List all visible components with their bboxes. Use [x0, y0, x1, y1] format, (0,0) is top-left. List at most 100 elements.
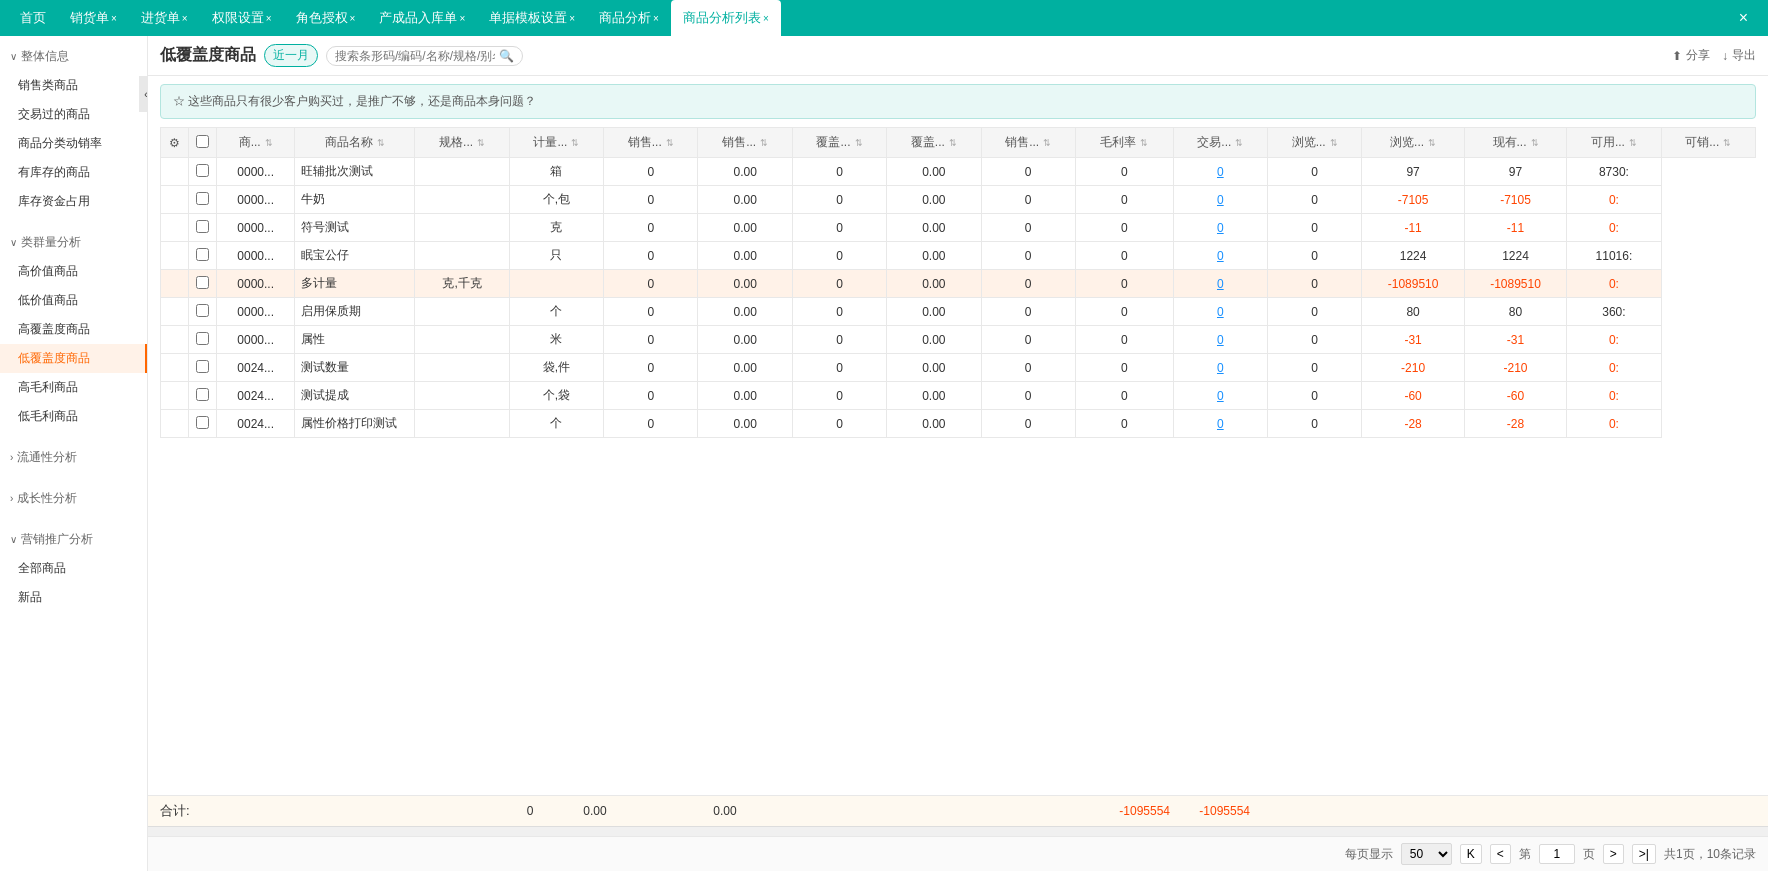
select-all-checkbox[interactable] — [196, 135, 209, 148]
sidebar-item-new-goods[interactable]: 新品 — [0, 583, 147, 612]
row-check[interactable] — [189, 158, 217, 186]
sort-icon-s5[interactable]: ⇅ — [1043, 138, 1051, 148]
sidebar-item-traded-goods[interactable]: 交易过的商品 — [0, 100, 147, 129]
row-checkbox[interactable] — [196, 360, 209, 373]
sidebar-collapse-button[interactable]: « — [139, 76, 148, 112]
last-page-button[interactable]: >| — [1632, 844, 1656, 864]
sidebar-item-high-margin[interactable]: 高毛利商品 — [0, 373, 147, 402]
nav-sales-order[interactable]: 销货单 × — [58, 0, 129, 36]
sidebar-item-category-rate[interactable]: 商品分类动销率 — [0, 129, 147, 158]
nav-close-sales[interactable]: × — [111, 13, 117, 24]
sort-icon-trade[interactable]: ⇅ — [1235, 138, 1243, 148]
nav-close-analysis[interactable]: × — [653, 13, 659, 24]
search-icon[interactable]: 🔍 — [499, 49, 514, 63]
row-checkbox[interactable] — [196, 220, 209, 233]
horizontal-scrollbar[interactable] — [148, 826, 1768, 836]
sort-icon-spec[interactable]: ⇅ — [477, 138, 485, 148]
nav-close-role[interactable]: × — [350, 13, 356, 24]
col-header-s1[interactable]: 销售...⇅ — [604, 128, 698, 158]
sort-icon-name[interactable]: ⇅ — [377, 138, 385, 148]
prev-page-button[interactable]: < — [1490, 844, 1511, 864]
sort-icon-current[interactable]: ⇅ — [1531, 138, 1539, 148]
sidebar-section-title-overall[interactable]: ∨ 整体信息 — [0, 42, 147, 71]
row-s7[interactable]: 0 — [1173, 298, 1267, 326]
sidebar-section-title-growth[interactable]: › 成长性分析 — [0, 484, 147, 513]
col-header-coverage1[interactable]: 覆盖...⇅ — [792, 128, 886, 158]
nav-close-permissions[interactable]: × — [266, 13, 272, 24]
export-button[interactable]: ↓ 导出 — [1722, 47, 1756, 64]
row-checkbox[interactable] — [196, 416, 209, 429]
nav-close-template[interactable]: × — [569, 13, 575, 24]
sidebar-item-all-goods[interactable]: 全部商品 — [0, 554, 147, 583]
sidebar-item-low-margin[interactable]: 低毛利商品 — [0, 402, 147, 431]
nav-purchase-order[interactable]: 进货单 × — [129, 0, 200, 36]
sort-icon-sellable[interactable]: ⇅ — [1723, 138, 1731, 148]
row-check[interactable] — [189, 298, 217, 326]
sidebar-item-high-value[interactable]: 高价值商品 — [0, 257, 147, 286]
row-check[interactable] — [189, 354, 217, 382]
row-checkbox[interactable] — [196, 164, 209, 177]
nav-product-warehouse[interactable]: 产成品入库单 × — [367, 0, 477, 36]
nav-home[interactable]: 首页 — [8, 0, 58, 36]
current-page-input[interactable] — [1539, 844, 1575, 864]
col-header-current[interactable]: 现有...⇅ — [1464, 128, 1566, 158]
sidebar-section-title-marketing[interactable]: ∨ 营销推广分析 — [0, 525, 147, 554]
next-page-button[interactable]: > — [1603, 844, 1624, 864]
col-header-sellable[interactable]: 可销...⇅ — [1661, 128, 1755, 158]
row-s7[interactable]: 0 — [1173, 214, 1267, 242]
row-check[interactable] — [189, 270, 217, 298]
row-check[interactable] — [189, 214, 217, 242]
nav-template-settings[interactable]: 单据模板设置 × — [477, 0, 587, 36]
sort-icon-unit[interactable]: ⇅ — [571, 138, 579, 148]
col-header-available[interactable]: 可用...⇅ — [1567, 128, 1661, 158]
row-check[interactable] — [189, 242, 217, 270]
row-s7[interactable]: 0 — [1173, 270, 1267, 298]
row-s7[interactable]: 0 — [1173, 186, 1267, 214]
nav-close-warehouse[interactable]: × — [459, 13, 465, 24]
col-header-s5[interactable]: 销售...⇅ — [981, 128, 1075, 158]
nav-close-purchase[interactable]: × — [182, 13, 188, 24]
col-header-margin[interactable]: 毛利率⇅ — [1075, 128, 1173, 158]
sort-icon-margin[interactable]: ⇅ — [1140, 138, 1148, 148]
per-page-select[interactable]: 50 20 100 200 — [1401, 843, 1452, 865]
nav-role-auth[interactable]: 角色授权 × — [284, 0, 368, 36]
col-header-coverage2[interactable]: 覆盖...⇅ — [887, 128, 981, 158]
row-s7[interactable]: 0 — [1173, 158, 1267, 186]
sort-icon-s2[interactable]: ⇅ — [760, 138, 768, 148]
row-s7[interactable]: 0 — [1173, 410, 1267, 438]
row-checkbox[interactable] — [196, 304, 209, 317]
row-checkbox[interactable] — [196, 388, 209, 401]
sort-icon-s1[interactable]: ⇅ — [666, 138, 674, 148]
sidebar-item-high-coverage[interactable]: 高覆盖度商品 — [0, 315, 147, 344]
row-checkbox[interactable] — [196, 276, 209, 289]
row-check[interactable] — [189, 326, 217, 354]
col-header-s2[interactable]: 销售...⇅ — [698, 128, 792, 158]
time-filter-button[interactable]: 近一月 — [264, 44, 318, 67]
row-checkbox[interactable] — [196, 332, 209, 345]
sort-icon-available[interactable]: ⇅ — [1629, 138, 1637, 148]
sidebar-item-capital[interactable]: 库存资金占用 — [0, 187, 147, 216]
row-check[interactable] — [189, 410, 217, 438]
row-checkbox[interactable] — [196, 248, 209, 261]
window-close-button[interactable]: × — [1727, 9, 1760, 27]
sort-icon-code[interactable]: ⇅ — [265, 138, 273, 148]
nav-analysis-list[interactable]: 商品分析列表 × — [671, 0, 781, 36]
sort-icon-browse1[interactable]: ⇅ — [1330, 138, 1338, 148]
row-s7[interactable]: 0 — [1173, 326, 1267, 354]
nav-product-analysis[interactable]: 商品分析 × — [587, 0, 671, 36]
sort-icon-browse2[interactable]: ⇅ — [1428, 138, 1436, 148]
row-checkbox[interactable] — [196, 192, 209, 205]
col-header-spec[interactable]: 规格...⇅ — [415, 128, 509, 158]
row-check[interactable] — [189, 382, 217, 410]
sort-icon-cov2[interactable]: ⇅ — [949, 138, 957, 148]
col-header-settings[interactable]: ⚙ — [161, 128, 189, 158]
sidebar-item-low-coverage[interactable]: 低覆盖度商品 — [0, 344, 147, 373]
search-input[interactable] — [335, 49, 495, 63]
nav-close-analysis-list[interactable]: × — [763, 13, 769, 24]
sidebar-section-title-cluster[interactable]: ∨ 类群量分析 — [0, 228, 147, 257]
row-check[interactable] — [189, 186, 217, 214]
sidebar-section-title-circulation[interactable]: › 流通性分析 — [0, 443, 147, 472]
col-header-trade[interactable]: 交易...⇅ — [1173, 128, 1267, 158]
first-page-button[interactable]: K — [1460, 844, 1482, 864]
col-header-unit[interactable]: 计量...⇅ — [509, 128, 603, 158]
